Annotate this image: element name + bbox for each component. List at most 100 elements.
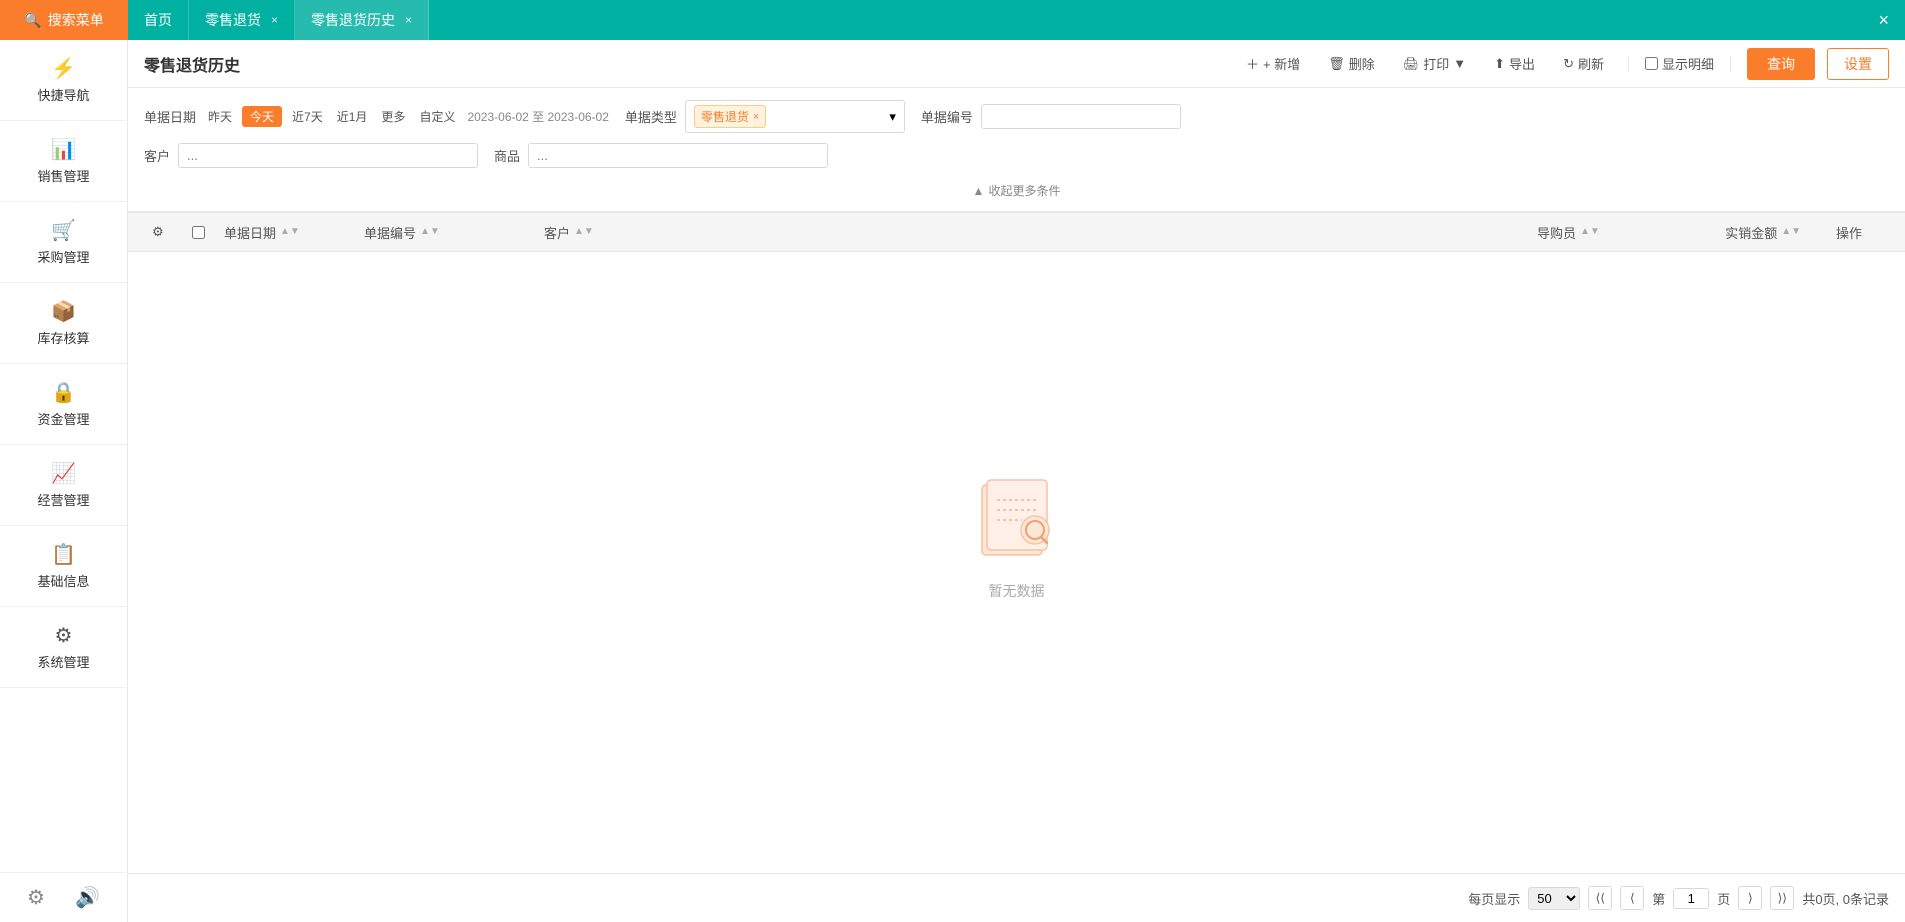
sidebar-item-sales[interactable]: 📊 销售管理 <box>0 121 127 202</box>
sidebar-item-basic-info[interactable]: 📋 基础信息 <box>0 526 127 607</box>
type-tag-close[interactable]: × <box>753 111 759 123</box>
customer-filter-label: 客户 <box>144 146 170 165</box>
search-icon: 🔍 <box>24 12 41 29</box>
table-area: ⚙ 单据日期 ▲▼ 单据编号 ▲▼ 客户 ▲▼ 导购员 <box>128 212 1905 922</box>
prev-page-button[interactable]: ⟨ <box>1620 886 1644 910</box>
delete-button[interactable]: 🗑 删除 <box>1320 50 1383 77</box>
type-select-arrow: ▾ <box>889 109 896 125</box>
window-close-button[interactable]: × <box>1862 10 1905 31</box>
last-page-button[interactable]: ⟩⟩ <box>1770 886 1794 910</box>
sidebar-item-operations[interactable]: 📈 经营管理 <box>0 445 127 526</box>
first-page-button[interactable]: ⟨⟨ <box>1588 886 1612 910</box>
order-filter-label: 单据编号 <box>921 107 973 126</box>
date-option-yesterday[interactable]: 昨天 <box>204 106 236 127</box>
page-input[interactable] <box>1673 888 1709 909</box>
sidebar-item-system[interactable]: ⚙ 系统管理 <box>0 607 127 688</box>
th-customer[interactable]: 客户 ▲▼ <box>536 223 1529 242</box>
collapse-button[interactable]: ▲ 收起更多条件 <box>973 182 1061 199</box>
per-page-label: 每页显示 <box>1468 889 1520 908</box>
main-content: 零售退货历史 ＋ + 新增 🗑 删除 🖨 打印 ▼ ⬆ 导出 <box>128 40 1905 922</box>
type-tag-item: 零售退货 × <box>694 105 766 128</box>
type-select[interactable]: 零售退货 × ▾ <box>685 100 905 133</box>
th-settings[interactable]: ⚙ <box>144 224 180 240</box>
th-guide-label: 导购员 <box>1537 223 1576 242</box>
settings-bottom-icon[interactable]: ⚙ <box>27 885 45 910</box>
divider2 <box>1730 56 1731 72</box>
per-page-select[interactable]: 50 10 20 100 <box>1528 887 1580 910</box>
tab-retail-return-history[interactable]: 零售退货历史 × <box>295 0 429 40</box>
tab-retail-return-history-close[interactable]: × <box>405 13 412 27</box>
show-detail-toggle[interactable]: 显示明细 <box>1645 54 1714 73</box>
date-option-more[interactable]: 更多 <box>377 106 409 127</box>
sidebar-item-label-inventory: 库存核算 <box>37 328 89 347</box>
sales-icon: 📊 <box>51 137 76 162</box>
customer-input[interactable] <box>178 143 478 168</box>
tab-retail-return-close[interactable]: × <box>271 13 278 27</box>
print-dropdown-icon: ▼ <box>1453 56 1466 71</box>
th-amount-label: 实销金额 <box>1725 223 1777 242</box>
date-range-display: 2023-06-02 至 2023-06-02 <box>467 108 608 125</box>
print-icon: 🖨 <box>1403 56 1420 72</box>
sidebar-item-label-sales: 销售管理 <box>37 166 89 185</box>
date-option-1month[interactable]: 近1月 <box>333 106 372 127</box>
date-option-7days[interactable]: 近7天 <box>288 106 327 127</box>
th-order[interactable]: 单据编号 ▲▼ <box>356 223 536 242</box>
sidebar-item-label-basic-info: 基础信息 <box>37 571 89 590</box>
sidebar-item-label-purchase: 采购管理 <box>37 247 89 266</box>
query-button[interactable]: 查询 <box>1747 48 1815 80</box>
tab-retail-return[interactable]: 零售退货 × <box>189 0 295 40</box>
refresh-button[interactable]: ↻ 刷新 <box>1555 50 1612 77</box>
sidebar-bottom: ⚙ 🔊 <box>0 872 127 922</box>
tab-home[interactable]: 首页 <box>128 0 189 40</box>
sidebar-item-finance[interactable]: 🔒 资金管理 <box>0 364 127 445</box>
page-label: 第 <box>1652 889 1665 908</box>
th-checkbox[interactable] <box>180 226 216 239</box>
tab-retail-return-label: 零售退货 <box>205 10 261 30</box>
print-button[interactable]: 🖨 打印 ▼ <box>1395 50 1474 77</box>
date-options: 昨天 今天 近7天 近1月 更多 自定义 <box>204 106 459 127</box>
empty-icon <box>967 465 1067 565</box>
date-filter-field: 单据日期 昨天 今天 近7天 近1月 更多 自定义 2023-06-02 至 2… <box>144 106 609 127</box>
export-icon: ⬆ <box>1494 56 1505 72</box>
sidebar-item-purchase[interactable]: 🛒 采购管理 <box>0 202 127 283</box>
th-date[interactable]: 单据日期 ▲▼ <box>216 223 356 242</box>
basic-info-icon: 📋 <box>51 542 76 567</box>
tab-home-label: 首页 <box>144 10 172 30</box>
sidebar-item-quick-nav[interactable]: ⚡ 快捷导航 <box>0 40 127 121</box>
search-area[interactable]: 🔍 搜索菜单 <box>0 0 128 40</box>
th-guide[interactable]: 导购员 ▲▼ <box>1529 223 1689 242</box>
add-icon: ＋ <box>1246 54 1259 73</box>
th-date-label: 单据日期 <box>224 223 276 242</box>
sidebar: ⚡ 快捷导航 📊 销售管理 🛒 采购管理 📦 库存核算 🔒 资金管理 📈 经营管… <box>0 40 128 922</box>
sidebar-item-label-quick-nav: 快捷导航 <box>37 85 89 104</box>
th-order-label: 单据编号 <box>364 223 416 242</box>
goods-filter-label: 商品 <box>494 146 520 165</box>
order-filter-field: 单据编号 <box>921 104 1181 129</box>
volume-icon[interactable]: 🔊 <box>75 885 100 910</box>
page-header: 零售退货历史 ＋ + 新增 🗑 删除 🖨 打印 ▼ ⬆ 导出 <box>128 40 1905 88</box>
goods-filter-field: 商品 <box>494 143 828 168</box>
order-input[interactable] <box>981 104 1181 129</box>
sort-amount-icon: ▲▼ <box>1781 227 1801 237</box>
export-button[interactable]: ⬆ 导出 <box>1486 50 1543 77</box>
th-amount[interactable]: 实销金额 ▲▼ <box>1689 223 1809 242</box>
tab-retail-return-history-label: 零售退货历史 <box>311 10 395 30</box>
header-actions: ＋ + 新增 🗑 删除 🖨 打印 ▼ ⬆ 导出 ↻ <box>1238 48 1889 80</box>
main-layout: ⚡ 快捷导航 📊 销售管理 🛒 采购管理 📦 库存核算 🔒 资金管理 📈 经营管… <box>0 40 1905 922</box>
date-option-today[interactable]: 今天 <box>242 106 282 127</box>
finance-icon: 🔒 <box>51 380 76 405</box>
sidebar-item-inventory[interactable]: 📦 库存核算 <box>0 283 127 364</box>
divider <box>1628 56 1629 72</box>
add-button[interactable]: ＋ + 新增 <box>1238 50 1308 77</box>
date-option-custom[interactable]: 自定义 <box>415 106 459 127</box>
sidebar-item-label-system: 系统管理 <box>37 652 89 671</box>
show-detail-checkbox[interactable] <box>1645 57 1658 70</box>
goods-input[interactable] <box>528 143 828 168</box>
select-all-checkbox[interactable] <box>192 226 205 239</box>
next-page-button[interactable]: ⟩ <box>1738 886 1762 910</box>
th-customer-label: 客户 <box>544 223 570 242</box>
type-tag: 零售退货 × <box>694 105 766 128</box>
settings-button[interactable]: 设置 <box>1827 48 1889 80</box>
page-title: 零售退货历史 <box>144 52 240 76</box>
search-label: 搜索菜单 <box>48 10 104 30</box>
